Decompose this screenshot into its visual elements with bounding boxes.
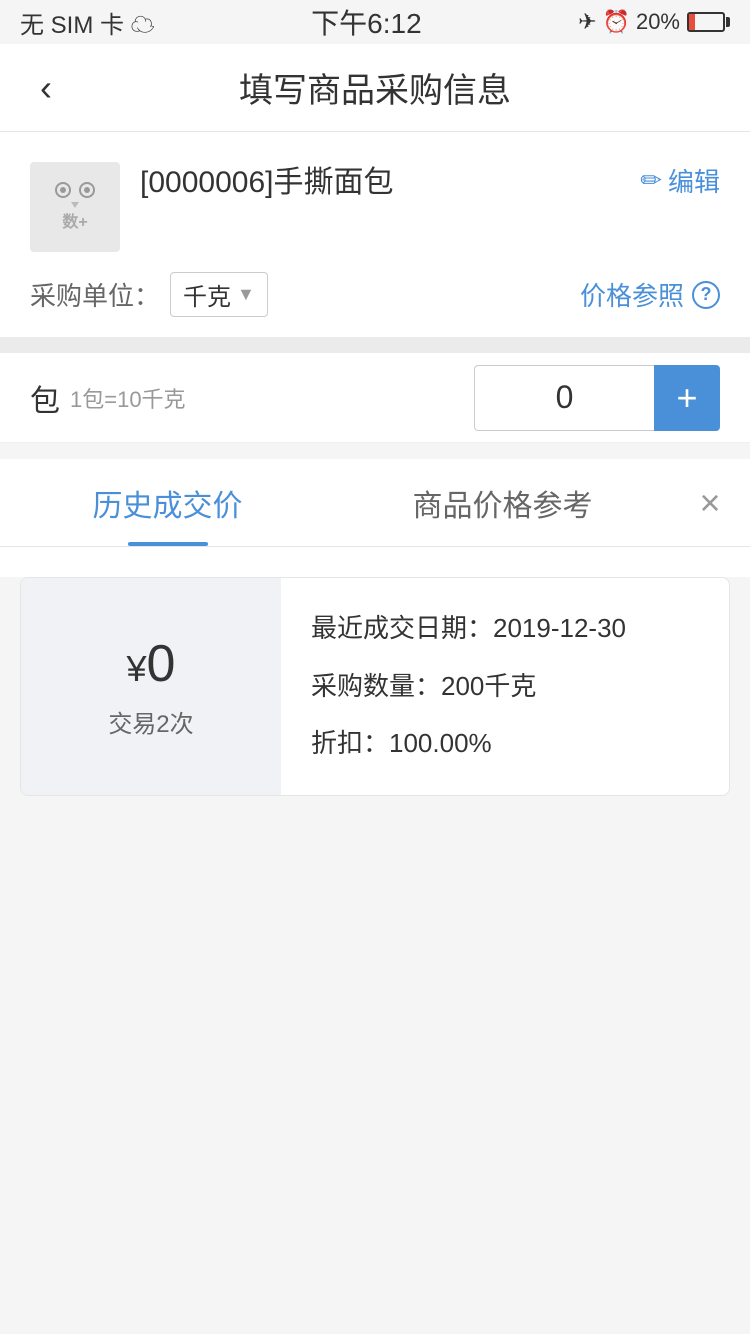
battery-fill xyxy=(689,14,696,30)
owl-eye-right xyxy=(79,182,95,198)
nav-bar: ‹ 填写商品采购信息 xyxy=(0,44,750,132)
card-price: ¥0 xyxy=(127,634,176,694)
battery-cap xyxy=(726,17,730,27)
product-unit-row: 采购单位： 千克 ▼ 价格参照 ? xyxy=(30,272,720,317)
price-value: 0 xyxy=(147,635,176,693)
status-bar: 无 SIM 卡 ☁ 下午6:12 ✈ ⏰ 20% xyxy=(0,0,750,44)
detail-key-2: 折扣： xyxy=(311,728,389,758)
price-ref-icon: ? xyxy=(692,281,720,309)
product-thumbnail: 数+ xyxy=(30,162,120,252)
owl-eyes xyxy=(55,182,95,198)
edit-button[interactable]: ✏ 编辑 xyxy=(640,162,720,199)
qty-conversion: 1包=10千克 xyxy=(70,382,186,414)
price-symbol: ¥ xyxy=(127,648,147,689)
tab-active-indicator xyxy=(128,542,208,546)
unit-label: 采购单位： xyxy=(30,276,160,313)
status-right: ✈ ⏰ 20% xyxy=(578,9,730,35)
qty-unit-name: 包 xyxy=(30,376,60,420)
sim-label: 无 SIM 卡 ☁ xyxy=(20,5,155,40)
product-logo: 数+ xyxy=(45,177,105,237)
card-left: ¥0 交易2次 xyxy=(21,578,281,795)
trade-count: 交易2次 xyxy=(108,704,193,739)
card-right: 最近成交日期：2019-12-30 采购数量：200千克 折扣：100.00% xyxy=(281,578,729,795)
price-ref-button[interactable]: 价格参照 ? xyxy=(580,276,720,313)
unit-row-left: 采购单位： 千克 ▼ xyxy=(30,272,268,317)
product-name-section: [0000006]手撕面包 xyxy=(140,162,393,204)
owl-eye-dot-right xyxy=(84,187,90,193)
unit-value: 千克 xyxy=(183,277,231,312)
detail-row-1: 采购数量：200千克 xyxy=(311,666,699,708)
battery-icon xyxy=(686,11,730,33)
tab-history-price[interactable]: 历史成交价 xyxy=(0,459,335,546)
qty-input-area: 0 + xyxy=(230,365,720,431)
product-header: 数+ [0000006]手撕面包 ✏ 编辑 xyxy=(30,162,720,252)
product-left: 数+ [0000006]手撕面包 xyxy=(30,162,393,252)
tab-close-button[interactable]: × xyxy=(670,482,750,524)
tabs-section: 历史成交价 商品价格参考 × ¥0 交易2次 最近成交日期：2019-12-30… xyxy=(0,459,750,1177)
detail-key-0: 最近成交日期： xyxy=(311,613,493,643)
qty-plus-button[interactable]: + xyxy=(654,365,720,431)
location-icon: ✈ xyxy=(578,9,596,35)
transaction-card: ¥0 交易2次 最近成交日期：2019-12-30 采购数量：200千克 折扣：… xyxy=(20,577,730,796)
detail-value-2: 100.00% xyxy=(389,728,492,758)
page-title: 填写商品采购信息 xyxy=(239,63,511,112)
price-ref-label: 价格参照 xyxy=(580,276,684,313)
tab-price-ref-label: 商品价格参考 xyxy=(413,481,593,525)
gray-divider xyxy=(0,337,750,353)
product-name: [0000006]手撕面包 xyxy=(140,162,393,204)
status-left: 无 SIM 卡 ☁ xyxy=(20,5,155,40)
detail-row-2: 折扣：100.00% xyxy=(311,723,699,765)
detail-key-1: 采购数量： xyxy=(311,671,441,701)
edit-icon: ✏ xyxy=(640,165,662,196)
detail-value-0: 2019-12-30 xyxy=(493,613,626,643)
qty-label: 包 1包=10千克 xyxy=(30,376,230,420)
detail-row-0: 最近成交日期：2019-12-30 xyxy=(311,608,699,650)
back-button[interactable]: ‹ xyxy=(30,57,62,119)
tabs-header: 历史成交价 商品价格参考 × xyxy=(0,459,750,547)
battery-percent: 20% xyxy=(636,9,680,35)
edit-label: 编辑 xyxy=(668,162,720,199)
quantity-section: 包 1包=10千克 0 + xyxy=(0,353,750,443)
owl-eye-left xyxy=(55,182,71,198)
owl-eye-dot-left xyxy=(60,187,66,193)
unit-select[interactable]: 千克 ▼ xyxy=(170,272,268,317)
tab-history-label: 历史成交价 xyxy=(93,481,243,525)
tab-product-price-ref[interactable]: 商品价格参考 xyxy=(335,459,670,546)
battery-body xyxy=(687,12,725,32)
product-section: 数+ [0000006]手撕面包 ✏ 编辑 采购单位： 千克 ▼ 价格参照 ? xyxy=(0,132,750,337)
status-time: 下午6:12 xyxy=(311,2,422,42)
detail-value-1: 200千克 xyxy=(441,671,536,701)
tab-content: ¥0 交易2次 最近成交日期：2019-12-30 采购数量：200千克 折扣：… xyxy=(0,577,750,1177)
alarm-icon: ⏰ xyxy=(603,9,630,35)
owl-body-text: 数+ xyxy=(62,208,87,232)
unit-arrow-icon: ▼ xyxy=(237,284,255,305)
qty-input[interactable]: 0 xyxy=(474,365,654,431)
